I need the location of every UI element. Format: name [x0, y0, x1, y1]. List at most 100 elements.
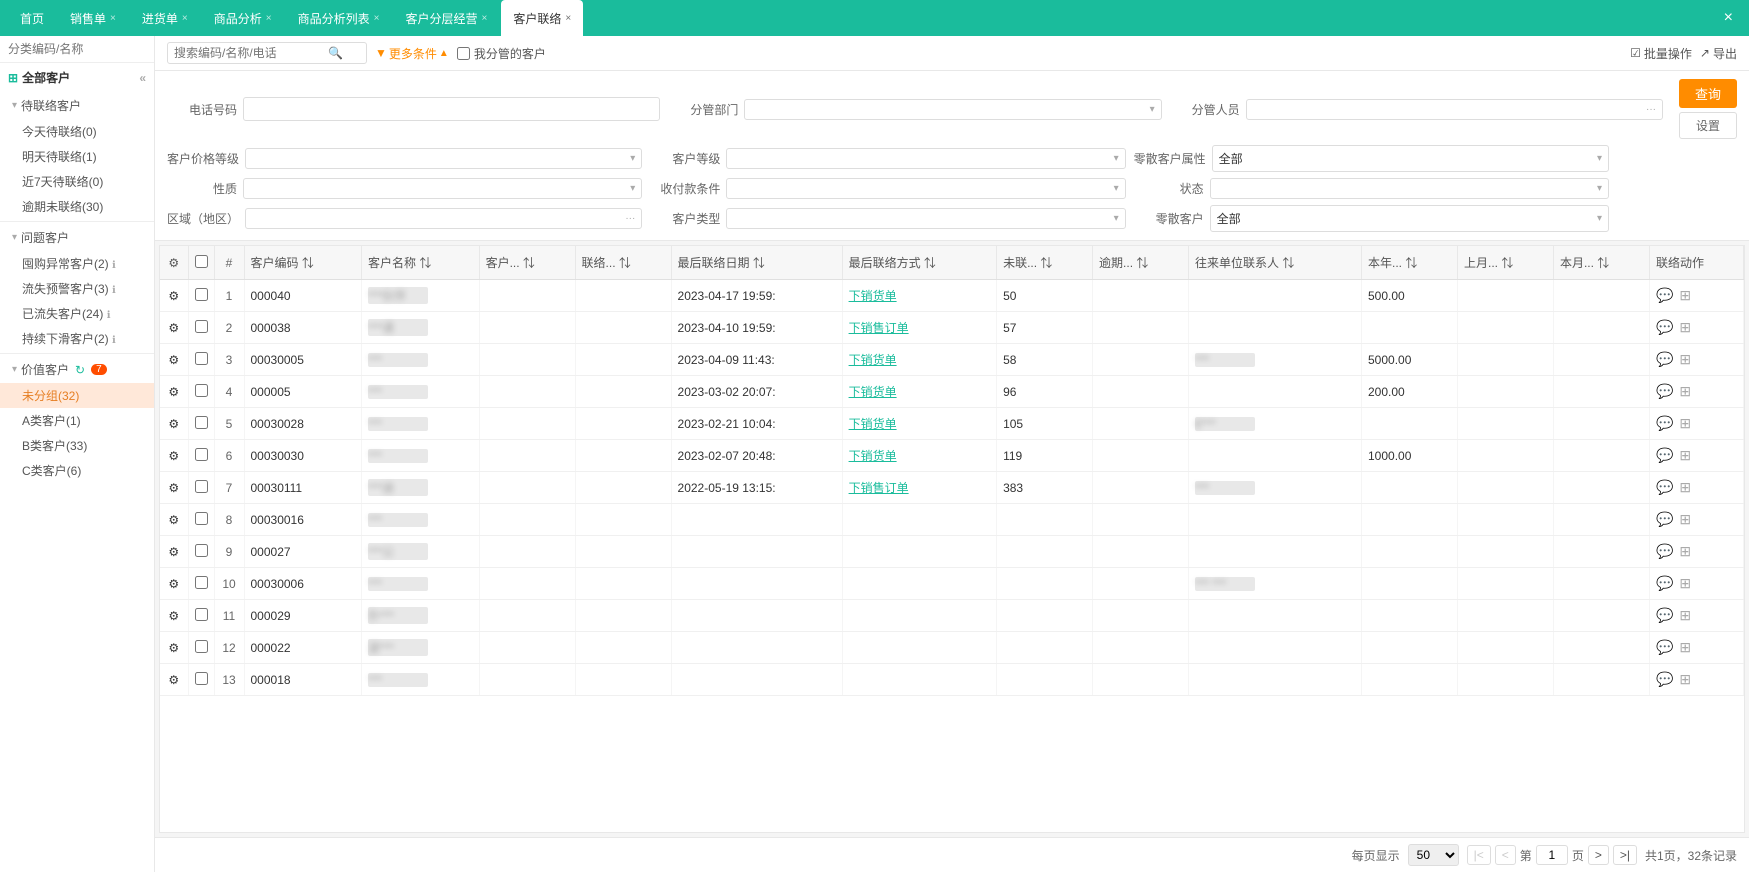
close-customer-contact-icon[interactable]: × [565, 13, 571, 24]
row-gear[interactable]: ⚙ [160, 440, 188, 472]
row-gear[interactable]: ⚙ [160, 344, 188, 376]
grid-action-icon[interactable]: ⊞ [1679, 287, 1691, 304]
close-customer-segment-icon[interactable]: × [481, 13, 487, 24]
message-icon[interactable]: 💬 [1656, 511, 1673, 528]
row-gear[interactable]: ⚙ [160, 312, 188, 344]
row-checkbox[interactable] [188, 504, 214, 536]
type-column-header[interactable]: 客户... ⇅ [479, 246, 575, 280]
row-gear[interactable]: ⚙ [160, 280, 188, 312]
main-search-input[interactable] [174, 46, 324, 60]
row-checkbox[interactable] [188, 664, 214, 696]
region-select[interactable]: ··· [245, 208, 642, 229]
last-contact-date-column-header[interactable]: 最后联络日期 ⇅ [671, 246, 842, 280]
sidebar-item-declining[interactable]: 持续下滑客户(2) ℹ [0, 326, 154, 351]
sidebar-item-b-class[interactable]: B类客户(33) [0, 433, 154, 458]
sidebar-collapse-icon[interactable]: « [139, 71, 146, 85]
all-customers-header[interactable]: ⊞ 全部客户 « [0, 63, 154, 92]
sidebar-item-c-class[interactable]: C类客户(6) [0, 458, 154, 483]
sidebar-item-tomorrow-contact[interactable]: 明天待联络(1) [0, 144, 154, 169]
grid-action-icon[interactable]: ⊞ [1679, 671, 1691, 688]
row-gear[interactable]: ⚙ [160, 472, 188, 504]
row-gear[interactable]: ⚙ [160, 568, 188, 600]
refresh-icon[interactable]: ↻ [75, 363, 85, 377]
close-purchase-icon[interactable]: × [182, 13, 188, 24]
row-gear[interactable]: ⚙ [160, 504, 188, 536]
row-checkbox[interactable] [188, 632, 214, 664]
sidebar-item-overdue-contact[interactable]: 逾期未联络(30) [0, 194, 154, 219]
grid-action-icon[interactable]: ⊞ [1679, 383, 1691, 400]
retail-attr-select[interactable]: 全部 ▾ [1212, 145, 1609, 172]
tab-sales[interactable]: 销售单 × [58, 0, 128, 36]
message-icon[interactable]: 💬 [1656, 319, 1673, 336]
select-all-checkbox[interactable] [195, 255, 208, 268]
message-icon[interactable]: 💬 [1656, 543, 1673, 560]
last-page-button[interactable]: >| [1613, 845, 1637, 865]
grid-action-icon[interactable]: ⊞ [1679, 479, 1691, 496]
sidebar-item-ungrouped[interactable]: 未分组(32) [0, 383, 154, 408]
group-problem-customers[interactable]: ▾ 问题客户 [0, 224, 154, 251]
message-icon[interactable]: 💬 [1656, 671, 1673, 688]
tab-customer-segment[interactable]: 客户分层经营 × [393, 0, 499, 36]
status-select[interactable]: ▾ [1210, 178, 1609, 199]
message-icon[interactable]: 💬 [1656, 607, 1673, 624]
sidebar-item-churned[interactable]: 已流失客户(24) ℹ [0, 301, 154, 326]
message-icon[interactable]: 💬 [1656, 351, 1673, 368]
tab-product-analysis-list[interactable]: 商品分析列表 × [286, 0, 392, 36]
price-level-select[interactable]: ▾ [245, 148, 642, 169]
row-gear[interactable]: ⚙ [160, 536, 188, 568]
overdue-column-header[interactable]: 逾期... ⇅ [1093, 246, 1189, 280]
grid-action-icon[interactable]: ⊞ [1679, 639, 1691, 656]
code-column-header[interactable]: 客户编码 ⇅ [244, 246, 362, 280]
customer-type-select[interactable]: ▾ [726, 208, 1125, 229]
row-checkbox[interactable] [188, 408, 214, 440]
grid-action-icon[interactable]: ⊞ [1679, 447, 1691, 464]
grid-action-icon[interactable]: ⊞ [1679, 415, 1691, 432]
grid-action-icon[interactable]: ⊞ [1679, 511, 1691, 528]
phone-input[interactable] [243, 97, 660, 121]
my-customers-checkbox[interactable]: 我分管的客户 [457, 45, 546, 62]
row-checkbox[interactable] [188, 472, 214, 504]
first-page-button[interactable]: |< [1467, 845, 1491, 865]
row-checkbox[interactable] [188, 312, 214, 344]
tab-customer-contact[interactable]: 客户联络 × [501, 0, 583, 36]
row-gear[interactable]: ⚙ [160, 632, 188, 664]
message-icon[interactable]: 💬 [1656, 447, 1673, 464]
message-icon[interactable]: 💬 [1656, 639, 1673, 656]
gear-column-header[interactable]: ⚙ [160, 246, 188, 280]
row-checkbox[interactable] [188, 440, 214, 472]
dept-select[interactable]: ▾ [744, 99, 1161, 120]
row-checkbox[interactable] [188, 536, 214, 568]
row-gear[interactable]: ⚙ [160, 664, 188, 696]
prev-page-button[interactable]: < [1495, 845, 1516, 865]
next-page-button[interactable]: > [1588, 845, 1609, 865]
reset-button[interactable]: 设置 [1679, 112, 1737, 139]
grid-action-icon[interactable]: ⊞ [1679, 607, 1691, 624]
payment-select[interactable]: ▾ [726, 178, 1125, 199]
my-customers-check[interactable] [457, 47, 470, 60]
tab-product-analysis[interactable]: 商品分析 × [202, 0, 284, 36]
close-all-button[interactable]: × [1716, 9, 1741, 27]
close-product-analysis-icon[interactable]: × [266, 13, 272, 24]
page-number-input[interactable] [1536, 845, 1568, 865]
group-waiting-contact[interactable]: ▾ 待联络客户 [0, 92, 154, 119]
sidebar-item-7days-contact[interactable]: 近7天待联络(0) [0, 169, 154, 194]
grid-action-icon[interactable]: ⊞ [1679, 351, 1691, 368]
search-button[interactable]: 查询 [1679, 79, 1737, 108]
retail-customer-select[interactable]: 全部 ▾ [1210, 205, 1609, 232]
customer-level-select[interactable]: ▾ [726, 148, 1125, 169]
manager-select[interactable]: ··· [1246, 99, 1663, 120]
row-gear[interactable]: ⚙ [160, 408, 188, 440]
checkbox-column-header[interactable] [188, 246, 214, 280]
sidebar-item-churn-warning[interactable]: 流失预警客户(3) ℹ [0, 276, 154, 301]
row-gear[interactable]: ⚙ [160, 600, 188, 632]
group-value-customers[interactable]: ▾ 价值客户 ↻ 7 [0, 356, 154, 383]
row-checkbox[interactable] [188, 568, 214, 600]
tab-home[interactable]: 首页 [8, 0, 56, 36]
grid-action-icon[interactable]: ⊞ [1679, 319, 1691, 336]
page-size-select[interactable]: 50 100 200 [1408, 844, 1459, 866]
this-month-column-header[interactable]: 本月... ⇅ [1553, 246, 1649, 280]
export-button[interactable]: ↗ 导出 [1700, 45, 1737, 62]
message-icon[interactable]: 💬 [1656, 287, 1673, 304]
sidebar-item-abnormal[interactable]: 囤购异常客户(2) ℹ [0, 251, 154, 276]
close-sales-icon[interactable]: × [110, 13, 116, 24]
